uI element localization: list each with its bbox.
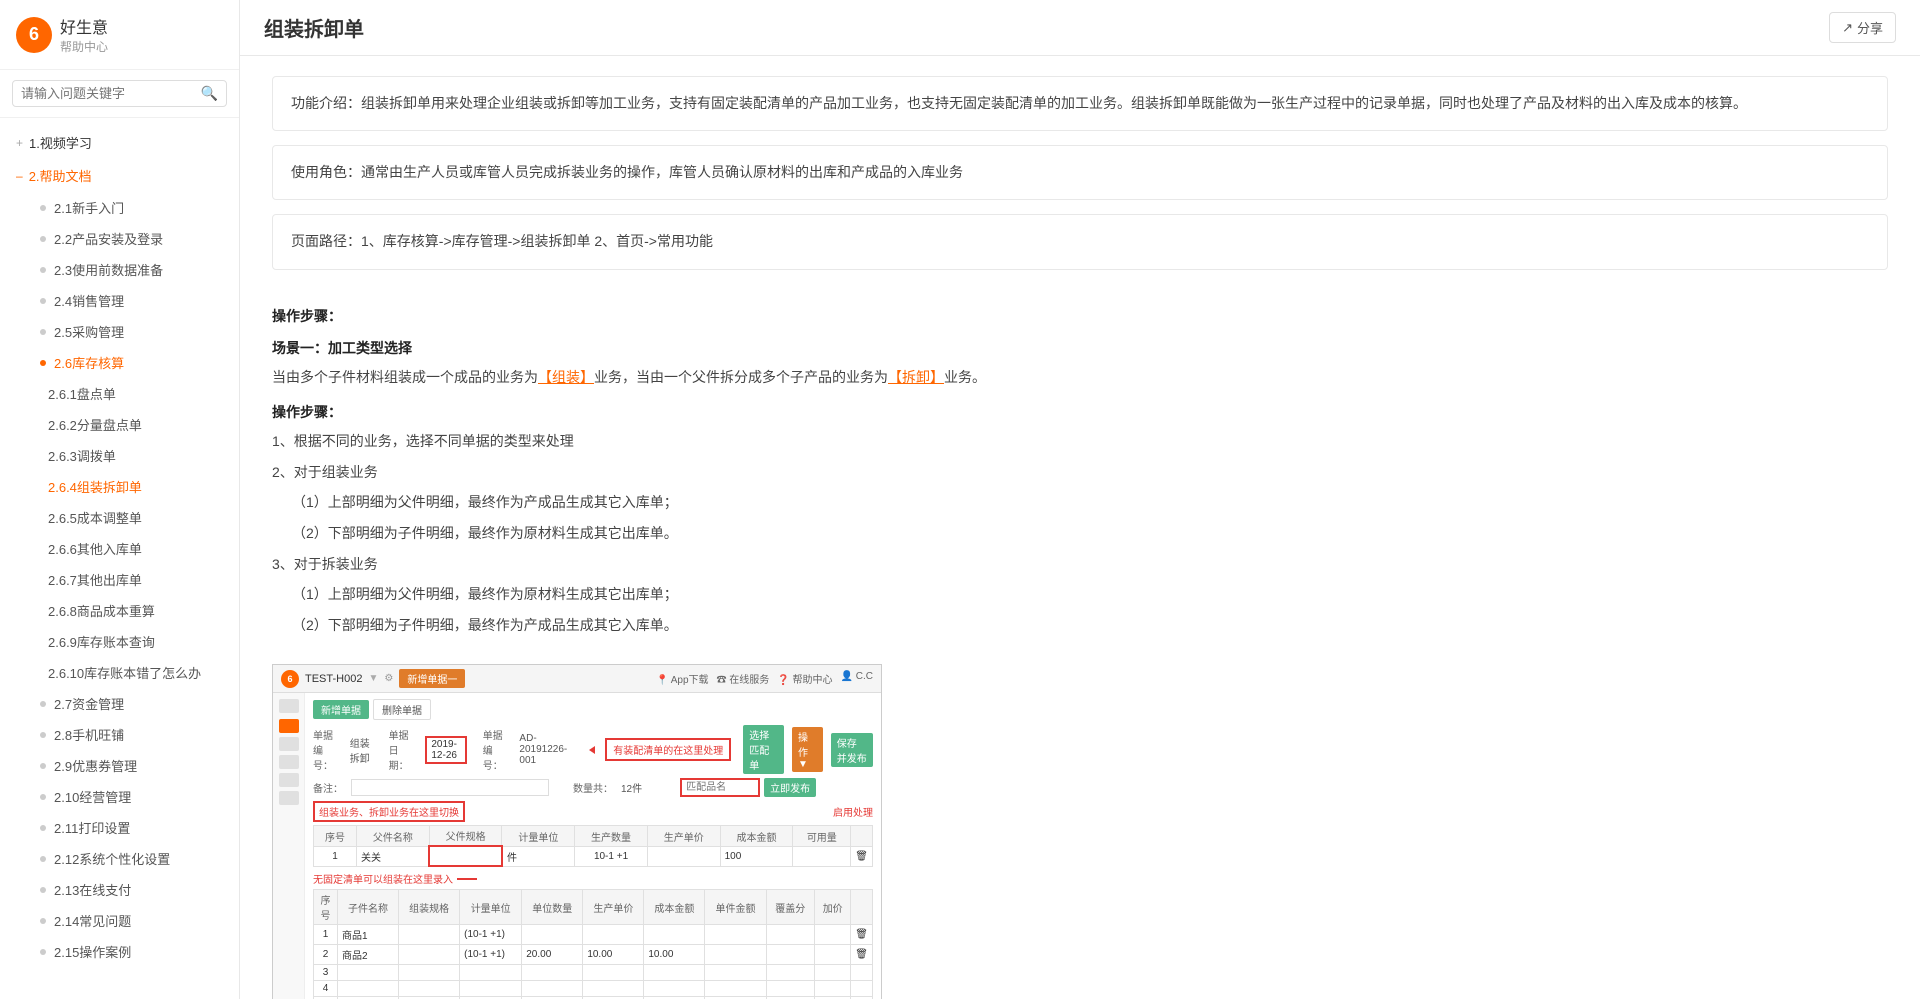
page-title: 组装拆卸单	[264, 13, 364, 42]
mock-neworder-btn[interactable]: 新增单据一	[399, 669, 465, 688]
search-area: 🔍	[0, 70, 239, 118]
mock-action-btn[interactable]: 操作 ▼	[792, 727, 823, 772]
sidebar-item-213[interactable]: 2.13在线支付	[24, 874, 239, 905]
mock-child-row-1: 1 商品1 (10-1 +1)	[314, 925, 873, 945]
annotation-select-match: 有装配清单的在这里处理	[605, 738, 731, 761]
sidebar-item-266[interactable]: 2.6.6其他入库单	[40, 533, 239, 564]
share-button[interactable]: ↗ 分享	[1829, 12, 1896, 43]
steps-block: 操作步骤： 场景一：加工类型选择 当由多个子件材料组装成一个成品的业务为【组装】…	[272, 284, 1888, 653]
step2a: （1）上部明细为父件明细，最终作为产成品生成其它入库单；	[272, 489, 1888, 516]
sidebar-item-262[interactable]: 2.6.2分量盘点单	[40, 409, 239, 440]
sidebar-item-2610[interactable]: 2.6.10库存账本错了怎么办	[40, 657, 239, 688]
mock-content: 新增单据 删除单据 单据编号： 组装拆卸 单据日期： 2019-12-26 单据…	[273, 693, 881, 999]
sidebar: 6 好生意 帮助中心 🔍 + 1.视频学习 – 2.帮助文档 2.1新手入门	[0, 0, 240, 999]
sidebar-item-23[interactable]: 2.3使用前数据准备	[24, 254, 239, 285]
mock-form-row1: 单据编号： 组装拆卸 单据日期： 2019-12-26 单据编号： AD-201…	[313, 725, 873, 774]
sidebar-item-263[interactable]: 2.6.3调拨单	[40, 440, 239, 471]
sidebar-item-25[interactable]: 2.5采购管理	[24, 316, 239, 347]
topbar: 组装拆卸单 ↗ 分享	[240, 0, 1920, 56]
scene1-title: 场景一：加工类型选择	[272, 338, 1888, 358]
nav-tree: + 1.视频学习 – 2.帮助文档 2.1新手入门 2.2产品安装及登录 2.3…	[0, 118, 239, 999]
mock-logo: 6	[281, 670, 299, 688]
role-text: 使用角色：通常由生产人员或库管人员完成拆装业务的操作，库管人员确认原材料的出库和…	[291, 164, 963, 180]
mock-left-sidebar	[273, 693, 305, 999]
sidebar-item-28[interactable]: 2.8手机旺铺	[24, 719, 239, 750]
step2-title: 2、对于组装业务	[272, 459, 1888, 486]
sidebar-item-video[interactable]: + 1.视频学习	[0, 126, 239, 159]
scene1-desc: 当由多个子件材料组装成一个成品的业务为【组装】业务，当由一个父件拆分成多个子产品…	[272, 364, 1888, 391]
mock-parent-table: 序号 父件名称 父件规格 计量单位 生产数量 生产单价 成本金额 可用量	[313, 825, 873, 867]
mock-form-row2: 备注： 数量共： 12件 立即发布	[313, 778, 873, 797]
sidebar-item-21[interactable]: 2.1新手入门	[24, 192, 239, 223]
mock-tabs-row: 新增单据 删除单据	[313, 699, 873, 720]
sidebar-item-29[interactable]: 2.9优惠券管理	[24, 750, 239, 781]
mock-match-btn[interactable]: 选择匹配单	[743, 725, 784, 774]
sidebar-item-265[interactable]: 2.6.5成本调整单	[40, 502, 239, 533]
mock-main: 新增单据 删除单据 单据编号： 组装拆卸 单据日期： 2019-12-26 单据…	[305, 693, 881, 999]
logo-area: 6 好生意 帮助中心	[0, 0, 239, 70]
search-button[interactable]: 🔍	[201, 85, 218, 102]
mock-annotations-row: 组装业务、拆卸业务在这里切换 启用处理	[313, 801, 873, 822]
sidebar-item-261[interactable]: 2.6.1盘点单	[40, 378, 239, 409]
intro-block: 功能介绍：组装拆卸单用来处理企业组装或拆卸等加工业务，支持有固定装配清单的产品加…	[272, 76, 1888, 131]
sidebar-item-210[interactable]: 2.10经营管理	[24, 781, 239, 812]
sidebar-item-211[interactable]: 2.11打印设置	[24, 812, 239, 843]
sidebar-item-22[interactable]: 2.2产品安装及登录	[24, 223, 239, 254]
main-area: 组装拆卸单 ↗ 分享 功能介绍：组装拆卸单用来处理企业组装或拆卸等加工业务，支持…	[240, 0, 1920, 999]
sidebar-item-docs[interactable]: – 2.帮助文档	[0, 159, 239, 192]
mock-child-row-2: 2 商品2 (10-1 +1) 20.00 10.00 10.00	[314, 945, 873, 965]
nav-children-docs: 2.1新手入门 2.2产品安装及登录 2.3使用前数据准备 2.4销售管理 2.…	[0, 192, 239, 967]
sidebar-item-269[interactable]: 2.6.9库存账本查询	[40, 626, 239, 657]
sidebar-item-214[interactable]: 2.14常见问题	[24, 905, 239, 936]
mock-child-table: 序号 子件名称 组装规格 计量单位 单位数量 生产单价 成本金额 单件金额 覆盖…	[313, 889, 873, 999]
brand-subtitle: 帮助中心	[60, 38, 108, 55]
ops-steps-title: 操作步骤：	[272, 402, 1888, 422]
mock-ui: 6 TEST-H002 ▼ ⚙ 新增单据一 📍 App下载 ☎ 在线服务 ❓ 帮…	[272, 664, 882, 999]
screenshot-mockup: 6 TEST-H002 ▼ ⚙ 新增单据一 📍 App下载 ☎ 在线服务 ❓ 帮…	[272, 664, 882, 999]
path-text: 页面路径：1、库存核算->库存管理->组装拆卸单 2、首页->常用功能	[291, 233, 713, 249]
step3-title: 3、对于拆装业务	[272, 551, 1888, 578]
role-block: 使用角色：通常由生产人员或库管人员完成拆装业务的操作，库管人员确认原材料的出库和…	[272, 145, 1888, 200]
sidebar-item-215[interactable]: 2.15操作案例	[24, 936, 239, 967]
annotation-no-fixed: 无固定清单可以组装在这里录入	[313, 871, 453, 886]
step1: 1、根据不同的业务，选择不同单据的类型来处理	[272, 428, 1888, 455]
mock-child-row-3: 3	[314, 965, 873, 981]
intro-text: 功能介绍：组装拆卸单用来处理企业组装或拆卸等加工业务，支持有固定装配清单的产品加…	[291, 95, 1747, 111]
mock-apply-btn[interactable]: 立即发布	[764, 778, 816, 797]
mock-parent-row-1: 1 关关 件 10-1 +1 100 🗑	[314, 846, 873, 866]
step3b: （2）下部明细为子件明细，最终作为产成品生成其它入库单。	[272, 612, 1888, 639]
mock-remark-input[interactable]	[351, 779, 549, 796]
nav-sub-26: 2.6.1盘点单 2.6.2分量盘点单 2.6.3调拨单 2.6.4组装拆卸单 …	[24, 378, 239, 688]
mock-match-input[interactable]	[680, 778, 760, 797]
search-input[interactable]	[21, 86, 201, 101]
mock-company: TEST-H002	[305, 673, 362, 685]
content-area: 功能介绍：组装拆卸单用来处理企业组装或拆卸等加工业务，支持有固定装配清单的产品加…	[240, 56, 1920, 999]
ops-title: 操作步骤：	[272, 306, 1888, 326]
step3a: （1）上部明细为父件明细，最终作为原材料生成其它出库单；	[272, 581, 1888, 608]
mock-child-row-4: 4	[314, 981, 873, 997]
annotation-type-switch: 组装业务、拆卸业务在这里切换	[313, 801, 465, 822]
mock-tab-delete[interactable]: 删除单据	[373, 699, 431, 720]
sidebar-item-26[interactable]: 2.6库存核算	[24, 347, 239, 378]
logo-icon: 6	[16, 17, 52, 53]
sidebar-item-264[interactable]: 2.6.4组装拆卸单	[40, 471, 239, 502]
mock-tab-new[interactable]: 新增单据	[313, 700, 369, 719]
mock-save-btn[interactable]: 保存 并发布	[831, 733, 873, 767]
sidebar-item-268[interactable]: 2.6.8商品成本重算	[40, 595, 239, 626]
search-box[interactable]: 🔍	[12, 80, 227, 107]
annotation-enable: 启用处理	[833, 804, 873, 819]
sidebar-item-267[interactable]: 2.6.7其他出库单	[40, 564, 239, 595]
step2b: （2）下部明细为子件明细，最终作为原材料生成其它出库单。	[272, 520, 1888, 547]
path-block: 页面路径：1、库存核算->库存管理->组装拆卸单 2、首页->常用功能	[272, 214, 1888, 269]
sidebar-item-27[interactable]: 2.7资金管理	[24, 688, 239, 719]
sidebar-item-24[interactable]: 2.4销售管理	[24, 285, 239, 316]
brand-name: 好生意	[60, 14, 108, 38]
sidebar-item-212[interactable]: 2.12系统个性化设置	[24, 843, 239, 874]
